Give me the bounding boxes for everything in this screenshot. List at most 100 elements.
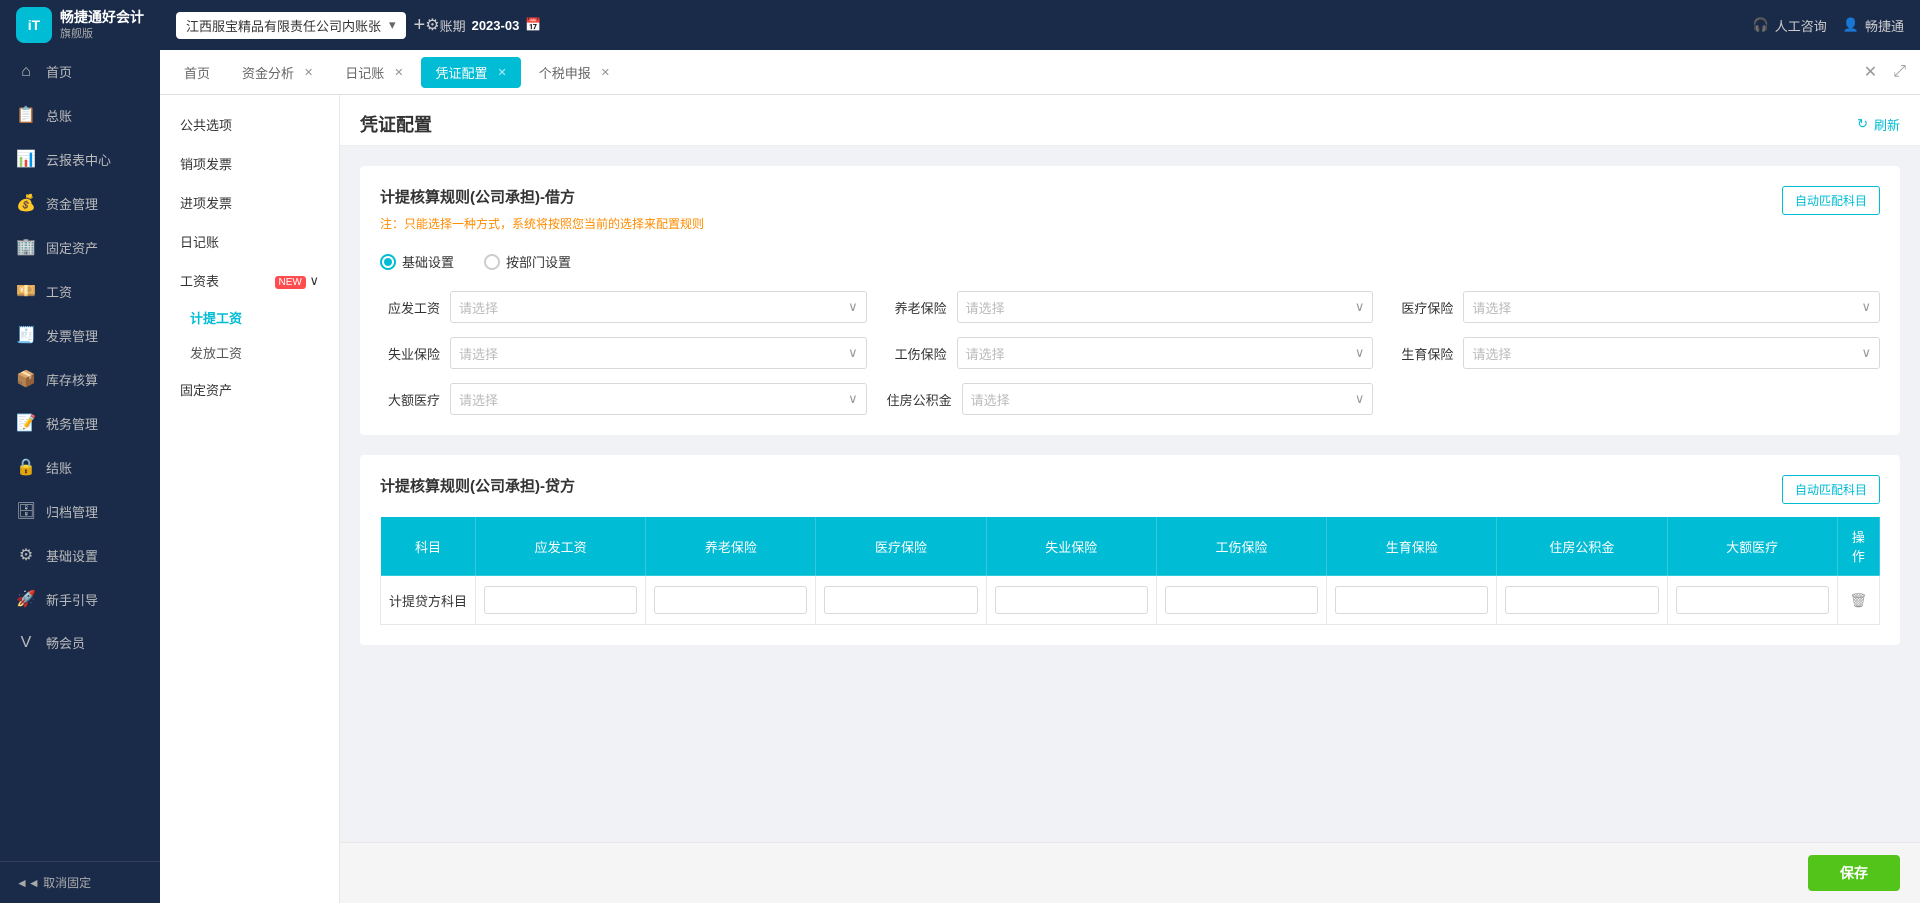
- radio-group-debit: 基础设置 按部门设置: [380, 252, 1880, 271]
- auto-match-credit-button[interactable]: 自动匹配科目: [1782, 475, 1880, 504]
- form-select-placeholder-shiye: 请选择: [459, 344, 498, 363]
- save-button[interactable]: 保存: [1808, 855, 1900, 891]
- close-tab-tax-icon[interactable]: ✕: [601, 66, 610, 79]
- left-nav-sub-label-pay_salary: 发放工资: [190, 346, 242, 361]
- calendar-icon[interactable]: 📅: [525, 17, 541, 33]
- credit-row-0-cell-2: [816, 576, 986, 625]
- radio-basic-circle: [380, 254, 396, 270]
- sidebar-item-reports[interactable]: 📊 云报表中心: [0, 137, 160, 181]
- form-select-placeholder-dae_medical: 请选择: [459, 390, 498, 409]
- form-select-yiliao[interactable]: 请选择 ∨: [1463, 291, 1880, 323]
- customer-service-button[interactable]: 🎧 人工咨询: [1753, 16, 1827, 35]
- form-item-shiye: 失业保险 请选择 ∨: [380, 337, 867, 369]
- sidebar-item-salary[interactable]: 💴 工资: [0, 269, 160, 313]
- credit-input-0-1[interactable]: [654, 586, 807, 614]
- credit-input-0-2[interactable]: [824, 586, 977, 614]
- refresh-button[interactable]: ↻ 刷新: [1857, 115, 1900, 134]
- sidebar-item-member[interactable]: V 畅会员: [0, 621, 160, 664]
- radio-basic-setting[interactable]: 基础设置: [380, 252, 454, 271]
- radio-dept-setting[interactable]: 按部门设置: [484, 252, 571, 271]
- left-nav-sales[interactable]: 销项发票: [160, 144, 339, 183]
- save-bar: 保存: [340, 842, 1920, 903]
- sidebar-item-closing[interactable]: 🔒 结账: [0, 445, 160, 489]
- expand-button[interactable]: ⤢: [1889, 59, 1910, 85]
- tab-voucher[interactable]: 凭证配置 ✕: [421, 57, 520, 88]
- close-tab-voucher-icon[interactable]: ✕: [498, 66, 507, 79]
- credit-input-0-7[interactable]: [1676, 586, 1829, 614]
- sidebar-item-funds[interactable]: 💰 资金管理: [0, 181, 160, 225]
- form-label-shengyu: 生育保险: [1393, 344, 1453, 363]
- period-value: 2023-03: [472, 18, 520, 33]
- form-select-shengyu[interactable]: 请选择 ∨: [1463, 337, 1880, 369]
- close-tab-diary-icon[interactable]: ✕: [394, 66, 403, 79]
- left-nav-diary[interactable]: 日记账: [160, 222, 339, 261]
- credit-input-0-4[interactable]: [1165, 586, 1318, 614]
- left-nav-purchase[interactable]: 进项发票: [160, 183, 339, 222]
- app-version: 旗舰版: [60, 25, 144, 41]
- sidebar-icon-member: V: [16, 634, 36, 652]
- delete-row-0-button[interactable]: 🗑: [1849, 592, 1867, 608]
- credit-input-0-3[interactable]: [995, 586, 1148, 614]
- settings-icon[interactable]: ⚙: [425, 15, 439, 35]
- tab-diary[interactable]: 日记账✕: [331, 57, 417, 88]
- sidebar-icon-inventory: 📦: [16, 369, 36, 389]
- tab-home[interactable]: 首页: [170, 57, 224, 88]
- period-label: 账期: [440, 16, 466, 35]
- credit-row-0-cell-7: [1667, 576, 1837, 625]
- chevron-salary_table-icon: ∨: [309, 273, 319, 288]
- form-select-gongshang[interactable]: 请选择 ∨: [957, 337, 1374, 369]
- add-tab-button[interactable]: +: [414, 14, 426, 37]
- left-nav-sub-pay_salary[interactable]: 发放工资: [160, 335, 339, 370]
- tab-label-voucher: 凭证配置: [435, 63, 487, 82]
- form-select-yingfa[interactable]: 请选择 ∨: [450, 291, 867, 323]
- sidebar-item-guide[interactable]: 🚀 新手引导: [0, 577, 160, 621]
- credit-row-0-label: 计提贷方科目: [381, 576, 476, 625]
- sidebar-item-invoice[interactable]: 🧾 发票管理: [0, 313, 160, 357]
- sidebar-item-archive[interactable]: 🗄 归档管理: [0, 489, 160, 533]
- credit-th-0: 科目: [381, 517, 476, 576]
- close-tab-funds-icon[interactable]: ✕: [304, 66, 313, 79]
- close-tab-button[interactable]: ✕: [1860, 58, 1881, 86]
- tab-tax[interactable]: 个税申报✕: [525, 57, 624, 88]
- credit-input-0-0[interactable]: [484, 586, 637, 614]
- user-profile[interactable]: 👤 畅捷通: [1843, 16, 1904, 35]
- credit-row-0-cell-0: [476, 576, 646, 625]
- sidebar-item-basic[interactable]: ⚙ 基础设置: [0, 533, 160, 577]
- form-select-yanglao[interactable]: 请选择 ∨: [957, 291, 1374, 323]
- credit-input-0-6[interactable]: [1505, 586, 1658, 614]
- sidebar-icon-invoice: 🧾: [16, 325, 36, 345]
- left-nav-label-sales: 销项发票: [180, 157, 232, 172]
- sidebar-item-home[interactable]: ⌂ 首页: [0, 50, 160, 93]
- form-select-zhufang[interactable]: 请选择 ∨: [962, 383, 1374, 415]
- debit-section-title: 计提核算规则(公司承担)-借方: [380, 186, 704, 207]
- credit-row-0-cell-1: [646, 576, 816, 625]
- form-select-placeholder-shengyu: 请选择: [1472, 344, 1511, 363]
- credit-input-0-5[interactable]: [1335, 586, 1488, 614]
- left-nav: 公共选项销项发票进项发票日记账 工资表 NEW ∨ 计提工资发放工资固定资产: [160, 95, 340, 903]
- credit-th-2: 养老保险: [646, 517, 816, 576]
- form-item-yingfa: 应发工资 请选择 ∨: [380, 291, 867, 323]
- sidebar-icon-archive: 🗄: [16, 501, 36, 521]
- sidebar-item-tax[interactable]: 📝 税务管理: [0, 401, 160, 445]
- sidebar-item-inventory[interactable]: 📦 库存核算: [0, 357, 160, 401]
- avatar-icon: 👤: [1843, 17, 1859, 33]
- left-nav-sub-calc_salary[interactable]: 计提工资: [160, 300, 339, 335]
- left-nav-fixed_assets[interactable]: 固定资产: [160, 370, 339, 409]
- form-select-dae_medical[interactable]: 请选择 ∨: [450, 383, 867, 415]
- form-select-placeholder-yanglao: 请选择: [966, 298, 1005, 317]
- form-select-placeholder-yingfa: 请选择: [459, 298, 498, 317]
- left-nav-public[interactable]: 公共选项: [160, 105, 339, 144]
- sidebar-label-basic: 基础设置: [46, 546, 98, 565]
- auto-match-debit-button[interactable]: 自动匹配科目: [1782, 186, 1880, 215]
- form-select-shiye[interactable]: 请选择 ∨: [450, 337, 867, 369]
- sidebar-item-ledger[interactable]: 📋 总账: [0, 93, 160, 137]
- sidebar-label-closing: 结账: [46, 458, 72, 477]
- sidebar-icon-reports: 📊: [16, 149, 36, 169]
- cancel-fixed-button[interactable]: ◄◄ 取消固定: [0, 862, 160, 903]
- credit-th-1: 应发工资: [476, 517, 646, 576]
- sidebar-label-archive: 归档管理: [46, 502, 98, 521]
- sidebar-item-fixed[interactable]: 🏢 固定资产: [0, 225, 160, 269]
- company-selector[interactable]: 江西服宝精品有限责任公司内账张 ▾: [176, 12, 406, 39]
- tab-funds[interactable]: 资金分析✕: [228, 57, 327, 88]
- left-nav-salary_table[interactable]: 工资表 NEW ∨: [160, 261, 339, 300]
